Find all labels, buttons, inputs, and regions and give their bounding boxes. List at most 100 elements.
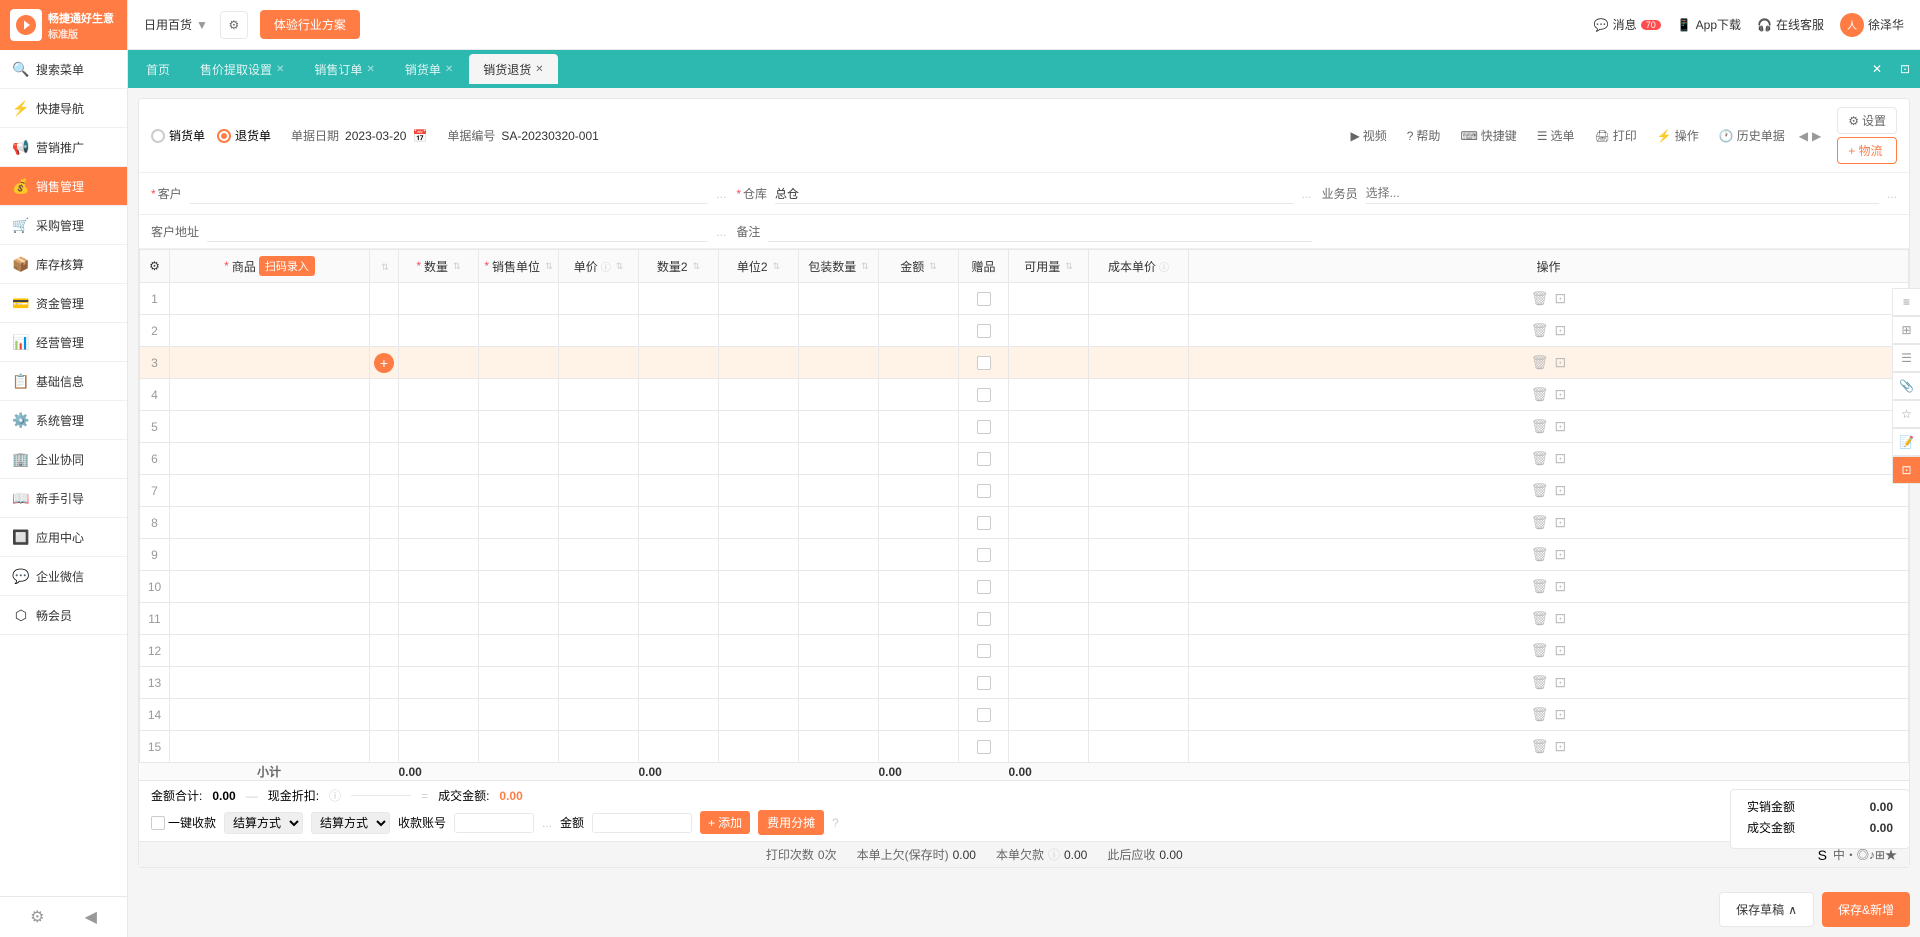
row-amount[interactable] — [879, 731, 959, 763]
row-gift[interactable] — [959, 411, 1009, 443]
row-pkg-qty[interactable] — [799, 731, 879, 763]
row-unit[interactable] — [479, 411, 559, 443]
row-pkg-qty[interactable] — [799, 603, 879, 635]
sidebar-settings-icon[interactable]: ⚙ — [30, 907, 44, 927]
row-unit2[interactable] — [719, 379, 799, 411]
unit-sort-icon[interactable]: ⇅ — [545, 261, 553, 272]
row-pkg-qty[interactable] — [799, 539, 879, 571]
gift-checkbox[interactable] — [977, 484, 991, 498]
row-amount[interactable] — [879, 539, 959, 571]
copy-row-icon[interactable]: ⊡ — [1555, 322, 1567, 339]
tab-close-icon[interactable]: ✕ — [366, 64, 374, 75]
row-amount[interactable] — [879, 571, 959, 603]
sidebar-item-basic-info[interactable]: 📋 基础信息 — [0, 362, 127, 401]
salesperson-select-icon[interactable]: ... — [1887, 187, 1897, 201]
row-product[interactable] — [170, 347, 370, 379]
row-amount[interactable] — [879, 507, 959, 539]
gift-checkbox[interactable] — [977, 420, 991, 434]
copy-row-icon[interactable]: ⊡ — [1555, 482, 1567, 499]
row-price[interactable] — [559, 475, 639, 507]
row-amount[interactable] — [879, 475, 959, 507]
gift-checkbox[interactable] — [977, 644, 991, 658]
row-available[interactable] — [1009, 571, 1089, 603]
row-unit2[interactable] — [719, 539, 799, 571]
row-qty[interactable] — [399, 315, 479, 347]
row-cost-price[interactable] — [1089, 699, 1189, 731]
row-available[interactable] — [1009, 731, 1089, 763]
row-gift[interactable] — [959, 379, 1009, 411]
gift-checkbox[interactable] — [977, 356, 991, 370]
delete-row-icon[interactable]: 🗑 — [1531, 418, 1549, 435]
row-qty2[interactable] — [639, 539, 719, 571]
row-qty[interactable] — [399, 475, 479, 507]
row-gift[interactable] — [959, 507, 1009, 539]
row-available[interactable] — [1009, 475, 1089, 507]
row-qty2[interactable] — [639, 667, 719, 699]
delete-row-icon[interactable]: 🗑 — [1531, 450, 1549, 467]
sidebar-item-marketing[interactable]: 📢 营销推广 — [0, 128, 127, 167]
sidebar-item-wechat[interactable]: 💬 企业微信 — [0, 557, 127, 596]
row-price[interactable] — [559, 539, 639, 571]
right-float-grid[interactable]: ⊞ — [1892, 316, 1920, 344]
fee-help-icon[interactable]: ? — [832, 816, 839, 830]
row-unit2[interactable] — [719, 475, 799, 507]
discount-input[interactable] — [351, 795, 411, 796]
row-unit[interactable] — [479, 731, 559, 763]
row-unit[interactable] — [479, 539, 559, 571]
row-price[interactable] — [559, 507, 639, 539]
row-qty2[interactable] — [639, 283, 719, 315]
discount-info-icon[interactable]: ⓘ — [329, 787, 341, 804]
row-product[interactable] — [170, 667, 370, 699]
price-info-icon[interactable]: ⓘ — [601, 259, 611, 274]
close-tab-button[interactable]: ✕ — [1866, 58, 1888, 80]
row-cost-price[interactable] — [1089, 411, 1189, 443]
price-sort-icon[interactable]: ⇅ — [616, 261, 624, 272]
row-amount[interactable] — [879, 379, 959, 411]
logistics-button[interactable]: + 物流 — [1837, 137, 1897, 164]
row-cost-price[interactable] — [1089, 379, 1189, 411]
row-amount[interactable] — [879, 315, 959, 347]
gift-checkbox[interactable] — [977, 708, 991, 722]
cost-info-icon[interactable]: ⓘ — [1159, 259, 1169, 274]
salesperson-input[interactable] — [1366, 183, 1879, 204]
row-cost-price[interactable] — [1089, 731, 1189, 763]
row-unit2[interactable] — [719, 667, 799, 699]
row-qty[interactable] — [399, 507, 479, 539]
row-qty2[interactable] — [639, 635, 719, 667]
warehouse-input[interactable] — [775, 183, 1294, 204]
row-pkg-qty[interactable] — [799, 283, 879, 315]
product-input[interactable] — [174, 356, 365, 370]
online-service-button[interactable]: 🎧 在线客服 — [1757, 16, 1824, 33]
delete-row-icon[interactable]: 🗑 — [1531, 610, 1549, 627]
row-cost-price[interactable] — [1089, 571, 1189, 603]
row-qty2[interactable] — [639, 731, 719, 763]
row-unit[interactable] — [479, 603, 559, 635]
shortcuts-button[interactable]: ⌨ 快捷键 — [1454, 125, 1522, 146]
row-gift[interactable] — [959, 635, 1009, 667]
row-gift[interactable] — [959, 603, 1009, 635]
sort-icon[interactable]: ⇅ — [381, 262, 389, 272]
video-button[interactable]: ▶ 视频 — [1344, 125, 1392, 146]
row-unit2[interactable] — [719, 731, 799, 763]
product-input[interactable] — [174, 580, 365, 594]
copy-row-icon[interactable]: ⊡ — [1555, 290, 1567, 307]
row-price[interactable] — [559, 699, 639, 731]
row-product[interactable] — [170, 475, 370, 507]
copy-row-icon[interactable]: ⊡ — [1555, 514, 1567, 531]
copy-row-icon[interactable]: ⊡ — [1555, 738, 1567, 755]
row-gift[interactable] — [959, 699, 1009, 731]
row-price[interactable] — [559, 411, 639, 443]
row-unit2[interactable] — [719, 603, 799, 635]
row-qty[interactable] — [399, 731, 479, 763]
tab-sales-return[interactable]: 销货退货 ✕ — [469, 54, 557, 84]
row-cost-price[interactable] — [1089, 283, 1189, 315]
copy-row-icon[interactable]: ⊡ — [1555, 706, 1567, 723]
row-product[interactable] — [170, 699, 370, 731]
row-cost-price[interactable] — [1089, 507, 1189, 539]
tab-price-extract[interactable]: 售价提取设置 ✕ — [186, 54, 298, 84]
row-cost-price[interactable] — [1089, 475, 1189, 507]
operate-button[interactable]: ⚡ 操作 — [1651, 125, 1705, 146]
pkg-sort-icon[interactable]: ⇅ — [861, 261, 869, 272]
row-qty[interactable] — [399, 635, 479, 667]
row-unit[interactable] — [479, 507, 559, 539]
